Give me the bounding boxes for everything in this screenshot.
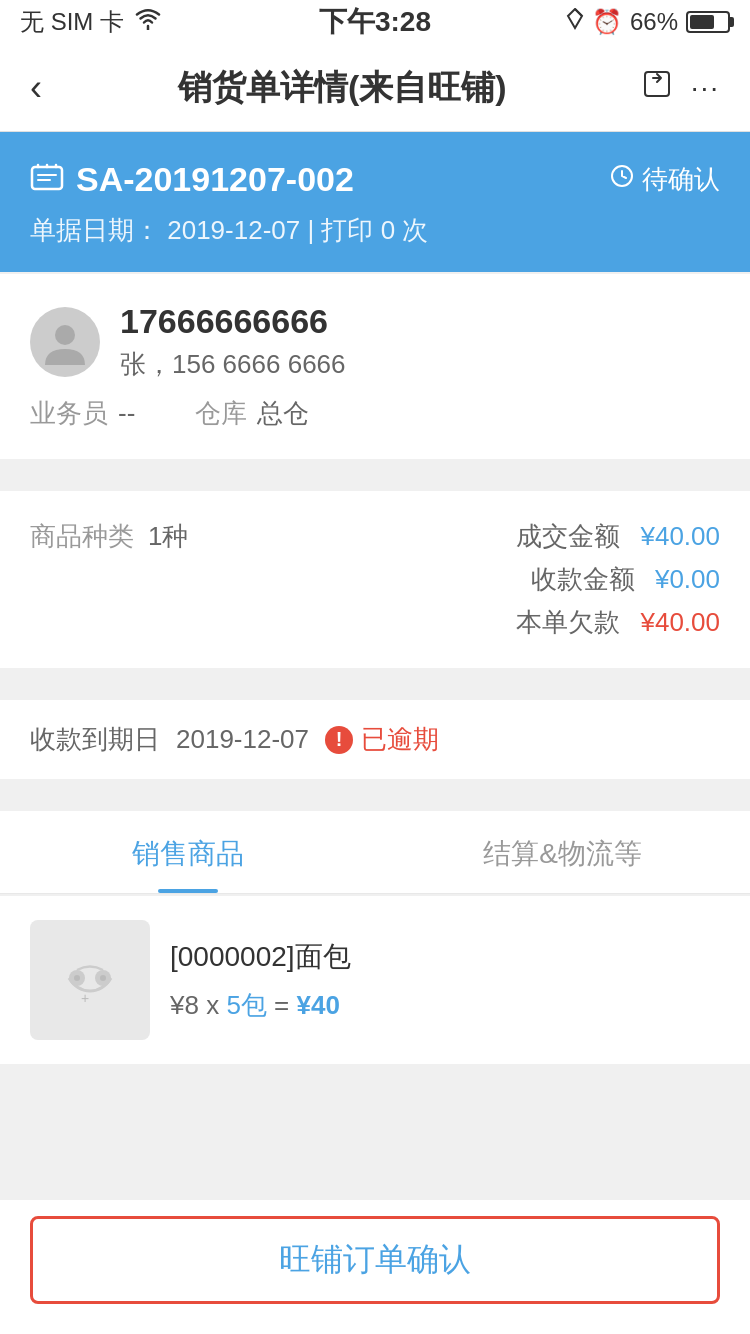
more-icon[interactable]: ··· [691, 72, 720, 104]
svg-rect-0 [645, 72, 669, 96]
tab-settlement-logistics[interactable]: 结算&物流等 [375, 811, 750, 893]
share-icon[interactable] [643, 70, 671, 105]
product-qty: 5包 [226, 990, 266, 1020]
product-type-label: 商品种类 [30, 519, 134, 554]
warehouse-value: 总仓 [257, 396, 309, 431]
product-total: ¥40 [297, 990, 340, 1020]
customer-meta: 业务员 -- 仓库 总仓 [30, 396, 720, 431]
order-id: SA-20191207-002 [30, 160, 354, 199]
clock-icon [610, 164, 634, 195]
customer-phone: 17666666666 [120, 302, 346, 341]
nav-bar: ‹ 销货单详情(来自旺铺) ··· [0, 44, 750, 132]
transaction-amount-row: 成交金额 ¥40.00 [516, 519, 720, 554]
owed-value: ¥40.00 [640, 607, 720, 638]
summary-card: 商品种类 1种 成交金额 ¥40.00 收款金额 ¥0.00 本单欠款 ¥40.… [0, 491, 750, 668]
wifi-icon [134, 8, 162, 36]
due-date-label: 收款到期日 [30, 722, 160, 757]
svg-point-6 [74, 975, 80, 981]
product-name: [0000002]面包 [170, 938, 720, 976]
product-info: [0000002]面包 ¥8 x 5包 = ¥40 [170, 938, 720, 1023]
received-label: 收款金额 [531, 562, 635, 597]
overdue-text: 已逾期 [361, 722, 439, 757]
battery-fill [690, 15, 714, 29]
received-value: ¥0.00 [655, 564, 720, 595]
svg-point-3 [55, 325, 75, 345]
warehouse-label: 仓库 [195, 396, 247, 431]
customer-header: 17666666666 张，156 6666 6666 [30, 302, 720, 382]
summary-right: 成交金额 ¥40.00 收款金额 ¥0.00 本单欠款 ¥40.00 [516, 519, 720, 640]
overdue-icon: ! [325, 726, 353, 754]
product-type-value: 1种 [148, 519, 188, 554]
nav-left: ‹ [30, 67, 42, 109]
warehouse-item: 仓库 总仓 [195, 396, 309, 431]
battery-text: 66% [630, 8, 678, 36]
due-date-card: 收款到期日 2019-12-07 ! 已逾期 [0, 700, 750, 779]
location-icon [566, 8, 584, 36]
divider-2 [0, 668, 750, 684]
customer-card: 17666666666 张，156 6666 6666 业务员 -- 仓库 总仓 [0, 274, 750, 459]
order-icon [30, 160, 64, 199]
svg-rect-1 [32, 167, 62, 189]
status-bar-right: ⏰ 66% [566, 8, 730, 36]
divider-3 [0, 779, 750, 795]
product-section: + [0000002]面包 ¥8 x 5包 = ¥40 [0, 896, 750, 1064]
owed-amount-row: 本单欠款 ¥40.00 [516, 605, 720, 640]
status-bar-time: 下午3:28 [319, 3, 431, 41]
tab-bar: 销售商品 结算&物流等 [0, 811, 750, 894]
confirm-order-button[interactable]: 旺铺订单确认 [30, 1216, 720, 1304]
sales-rep-item: 业务员 -- [30, 396, 135, 431]
product-item: + [0000002]面包 ¥8 x 5包 = ¥40 [30, 920, 720, 1040]
avatar [30, 307, 100, 377]
alarm-icon: ⏰ [592, 8, 622, 36]
carrier-text: 无 SIM 卡 [20, 6, 124, 38]
page-title: 销货单详情(来自旺铺) [178, 65, 507, 111]
order-header-card: SA-20191207-002 待确认 单据日期： 2019-12-07 | 打… [0, 132, 750, 272]
tab-sales-products[interactable]: 销售商品 [0, 811, 375, 893]
customer-name: 张，156 6666 6666 [120, 347, 346, 382]
product-price-formula: ¥8 x 5包 = ¥40 [170, 988, 720, 1023]
nav-right: ··· [643, 70, 720, 105]
status-badge: 待确认 [610, 162, 720, 197]
customer-info: 17666666666 张，156 6666 6666 [120, 302, 346, 382]
sales-rep-value: -- [118, 398, 135, 429]
overdue-badge: ! 已逾期 [325, 722, 439, 757]
back-button[interactable]: ‹ [30, 67, 42, 109]
svg-point-7 [100, 975, 106, 981]
order-header-top: SA-20191207-002 待确认 [30, 160, 720, 199]
received-amount-row: 收款金额 ¥0.00 [531, 562, 720, 597]
order-date: 单据日期： 2019-12-07 | 打印 0 次 [30, 213, 720, 248]
bottom-bar: 旺铺订单确认 [0, 1200, 750, 1334]
battery-icon [686, 11, 730, 33]
status-bar-left: 无 SIM 卡 [20, 6, 162, 38]
owed-label: 本单欠款 [516, 605, 620, 640]
product-thumbnail: + [30, 920, 150, 1040]
divider-1 [0, 459, 750, 475]
svg-text:+: + [81, 990, 89, 1006]
status-bar: 无 SIM 卡 下午3:28 ⏰ 66% [0, 0, 750, 44]
amount-label: 成交金额 [516, 519, 620, 554]
summary-left: 商品种类 1种 [30, 519, 188, 554]
sales-rep-label: 业务员 [30, 396, 108, 431]
amount-value: ¥40.00 [640, 521, 720, 552]
due-date-value: 2019-12-07 [176, 724, 309, 755]
product-logo: + [55, 953, 125, 1008]
